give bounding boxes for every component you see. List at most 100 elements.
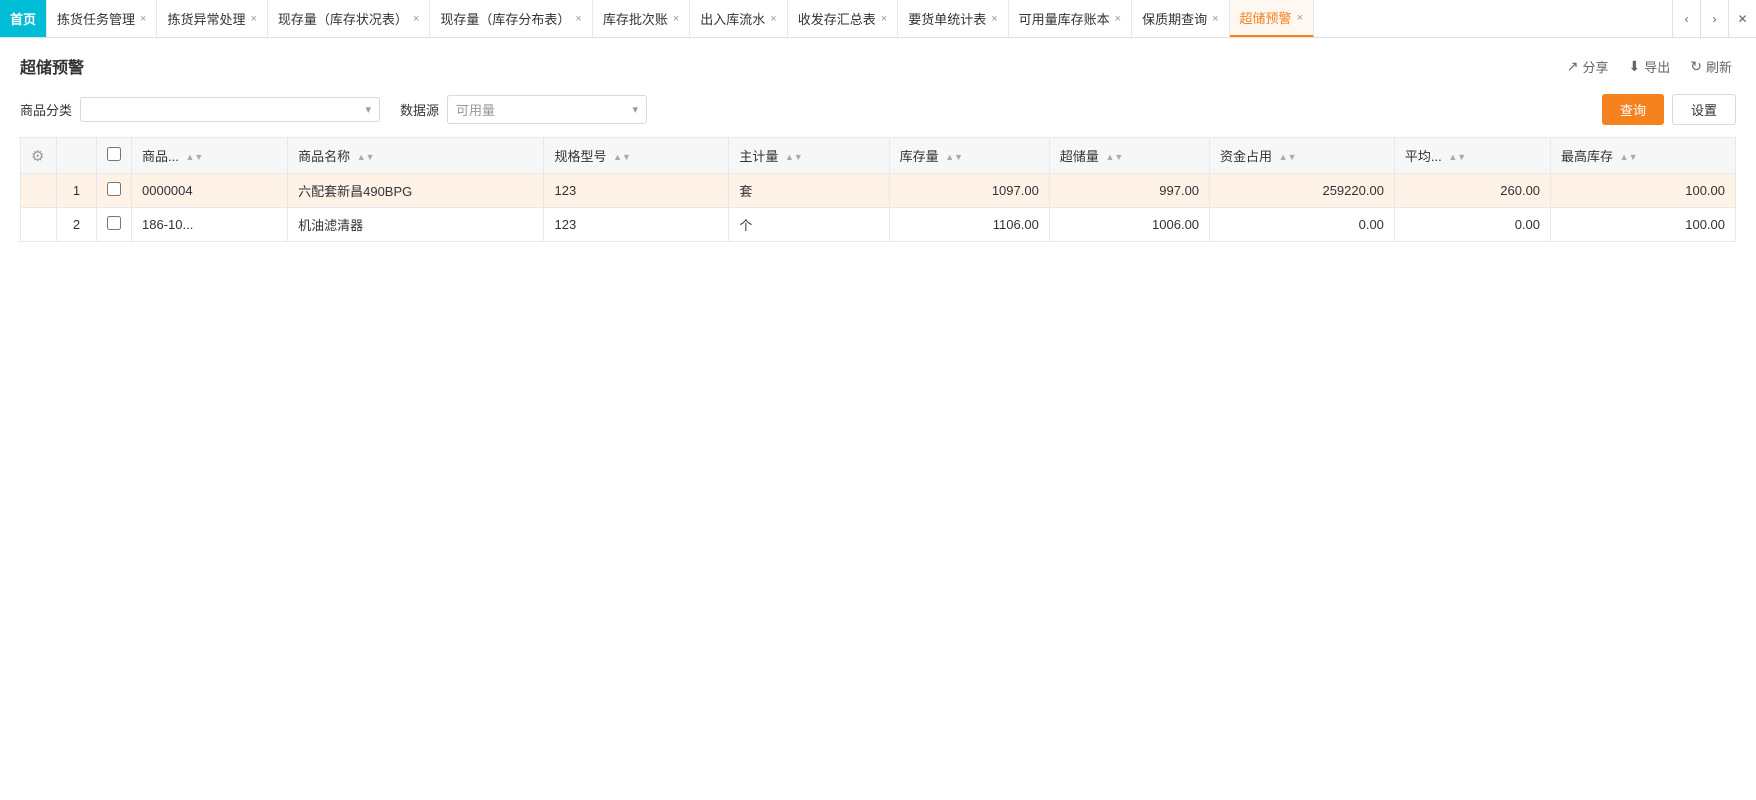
col-header-avg[interactable]: 平均... ▲▼ (1394, 138, 1550, 174)
tab-keyongliang[interactable]: 可用量库存账本 × (1009, 0, 1132, 37)
close-icon[interactable]: × (1115, 13, 1121, 25)
filter-row: 商品分类 ▾ 数据源 可用量 ▾ 查询 设置 (20, 94, 1736, 125)
tab-jianhuo-renwu[interactable]: 拣货任务管理 × (47, 0, 157, 37)
export-label: 导出 (1644, 57, 1670, 76)
table-row: 2 186-10... 机油滤清器 123 个 1106.00 1006.00 … (21, 208, 1736, 242)
page-content: 超储预警 ↗ 分享 ⬇ 导出 ↻ 刷新 商品分类 ▾ 数据源 (0, 38, 1756, 800)
row-checkbox-cell (97, 174, 132, 208)
right-actions: 查询 设置 (1602, 94, 1736, 125)
col-header-capital[interactable]: 资金占用 ▲▼ (1210, 138, 1395, 174)
page-header: 超储预警 ↗ 分享 ⬇ 导出 ↻ 刷新 (20, 54, 1736, 78)
tab-kucun-picicang[interactable]: 库存批次账 × (593, 0, 690, 37)
row-capital: 0.00 (1210, 208, 1395, 242)
row-stock: 1106.00 (889, 208, 1049, 242)
col-header-name[interactable]: 商品名称 ▲▼ (288, 138, 544, 174)
col-stock-label: 库存量 (900, 149, 939, 164)
tab-label: 拣货任务管理 (57, 9, 135, 28)
table-header-row: ⚙ 商品... ▲▼ 商品名称 ▲▼ 规格型号 ▲▼ (21, 138, 1736, 174)
row-stock: 1097.00 (889, 174, 1049, 208)
tab-label: 库存批次账 (603, 9, 668, 28)
page-title: 超储预警 (20, 54, 84, 78)
tab-label: 超储预警 (1240, 8, 1292, 27)
data-table: ⚙ 商品... ▲▼ 商品名称 ▲▼ 规格型号 ▲▼ (20, 137, 1736, 242)
sort-icon: ▲▼ (945, 153, 963, 162)
row-capital: 259220.00 (1210, 174, 1395, 208)
col-header-checkbox (97, 138, 132, 174)
col-header-unit[interactable]: 主计量 ▲▼ (729, 138, 889, 174)
row-code: 0000004 (132, 174, 288, 208)
close-icon[interactable]: × (1297, 12, 1303, 24)
nav-prev-button[interactable]: ‹ (1672, 0, 1700, 37)
close-icon[interactable]: × (770, 13, 776, 25)
row-avg: 0.00 (1394, 208, 1550, 242)
col-header-over[interactable]: 超储量 ▲▼ (1049, 138, 1209, 174)
row-index: 1 (57, 174, 97, 208)
row-unit: 套 (729, 174, 889, 208)
query-button[interactable]: 查询 (1602, 94, 1664, 125)
close-icon[interactable]: × (1212, 13, 1218, 25)
tab-baozhi-chaxun[interactable]: 保质期查询 × (1132, 0, 1229, 37)
tab-xiancunliang-fenbiao[interactable]: 现存量（库存分布表） × (430, 0, 592, 37)
tab-label: 现存量（库存分布表） (440, 9, 570, 28)
close-icon[interactable]: × (250, 13, 256, 25)
tab-label: 收发存汇总表 (798, 9, 876, 28)
settings-button[interactable]: 设置 (1672, 94, 1736, 125)
row-unit: 个 (729, 208, 889, 242)
row-index: 2 (57, 208, 97, 242)
datasource-filter: 数据源 可用量 ▾ (400, 95, 647, 124)
nav-next-button[interactable]: › (1700, 0, 1728, 37)
category-select[interactable]: ▾ (80, 97, 380, 122)
sort-icon: ▲▼ (1620, 153, 1638, 162)
row-max: 100.00 (1551, 174, 1736, 208)
tab-churuku-liushui[interactable]: 出入库流水 × (690, 0, 787, 37)
close-icon[interactable]: × (881, 13, 887, 25)
tab-label: 保质期查询 (1142, 9, 1207, 28)
tab-label: 要货单统计表 (908, 9, 986, 28)
datasource-select[interactable]: 可用量 ▾ (447, 95, 647, 124)
close-icon[interactable]: × (413, 13, 419, 25)
table-settings-gear-icon[interactable]: ⚙ (31, 148, 44, 165)
col-header-stock[interactable]: 库存量 ▲▼ (889, 138, 1049, 174)
chevron-down-icon: ▾ (633, 103, 639, 116)
col-spec-label: 规格型号 (554, 149, 606, 164)
row-action-cell (21, 174, 57, 208)
nav-close-button[interactable]: ✕ (1728, 0, 1756, 37)
tab-yaohuo-tongji[interactable]: 要货单统计表 × (898, 0, 1008, 37)
share-button[interactable]: ↗ 分享 (1563, 55, 1613, 78)
row-over: 1006.00 (1049, 208, 1209, 242)
col-header-max[interactable]: 最高库存 ▲▼ (1551, 138, 1736, 174)
col-over-label: 超储量 (1060, 149, 1099, 164)
datasource-value: 可用量 (456, 100, 495, 119)
close-icon[interactable]: × (140, 13, 146, 25)
sort-icon: ▲▼ (1105, 153, 1123, 162)
close-icon[interactable]: × (991, 13, 997, 25)
col-header-code[interactable]: 商品... ▲▼ (132, 138, 288, 174)
row-avg: 260.00 (1394, 174, 1550, 208)
tab-label: 出入库流水 (700, 9, 765, 28)
refresh-label: 刷新 (1706, 57, 1732, 76)
tab-label: 拣货异常处理 (167, 9, 245, 28)
table-row: 1 0000004 六配套新昌490BPG 123 套 1097.00 997.… (21, 174, 1736, 208)
row-checkbox[interactable] (107, 182, 121, 196)
sort-icon: ▲▼ (1448, 153, 1466, 162)
category-label: 商品分类 (20, 100, 72, 119)
export-button[interactable]: ⬇ 导出 (1625, 55, 1675, 78)
col-header-spec[interactable]: 规格型号 ▲▼ (544, 138, 729, 174)
tab-label: 可用量库存账本 (1019, 9, 1110, 28)
col-header-settings: ⚙ (21, 138, 57, 174)
refresh-button[interactable]: ↻ 刷新 (1686, 55, 1736, 78)
close-icon[interactable]: × (673, 13, 679, 25)
tab-jianhuo-yichang[interactable]: 拣货异常处理 × (157, 0, 267, 37)
tab-chaochuyujing[interactable]: 超储预警 × (1230, 0, 1314, 37)
tab-xiancunliang-kucun[interactable]: 现存量（库存状况表） × (268, 0, 430, 37)
col-capital-label: 资金占用 (1220, 149, 1272, 164)
tab-shoufacun-huizong[interactable]: 收发存汇总表 × (788, 0, 898, 37)
row-checkbox[interactable] (107, 216, 121, 230)
col-code-label: 商品... (142, 149, 179, 164)
tab-label: 现存量（库存状况表） (278, 9, 408, 28)
home-tab[interactable]: 首页 (0, 0, 47, 37)
select-all-checkbox[interactable] (107, 147, 121, 161)
col-unit-label: 主计量 (739, 149, 778, 164)
row-name: 机油滤清器 (288, 208, 544, 242)
close-icon[interactable]: × (575, 13, 581, 25)
